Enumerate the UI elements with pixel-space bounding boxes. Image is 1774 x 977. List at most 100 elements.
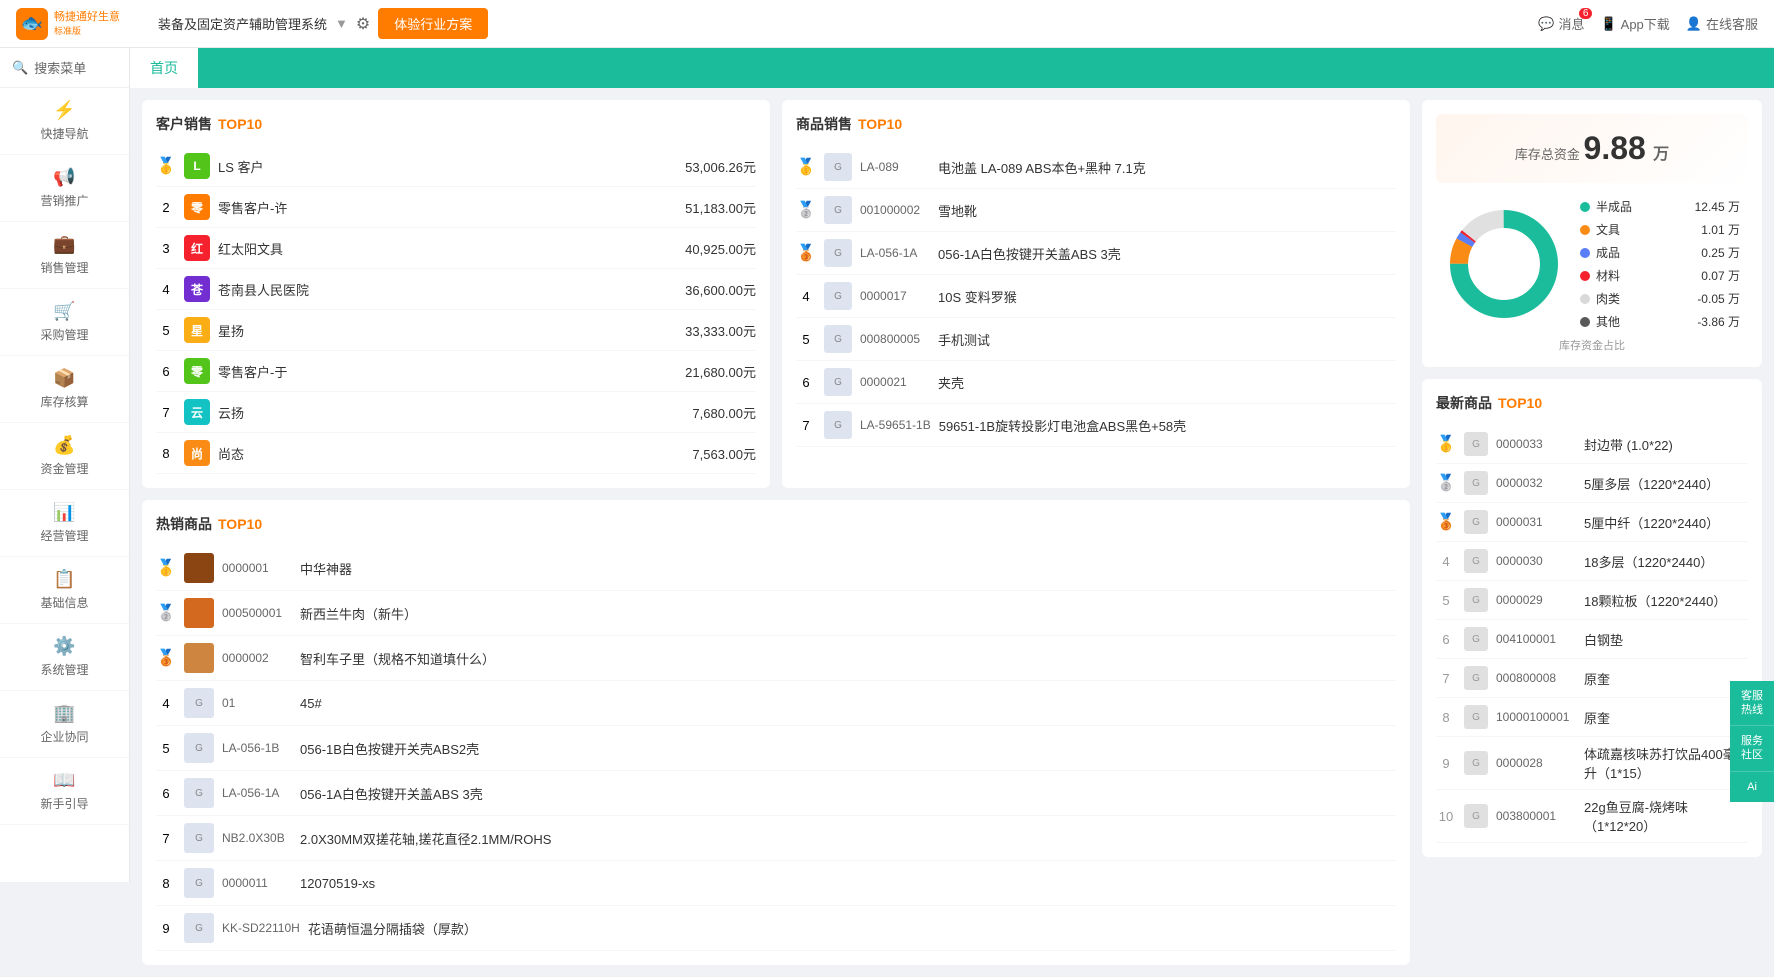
sidebar-label: 系统管理 [40, 661, 88, 678]
product-image [184, 553, 214, 583]
rank-indicator: 🥇 [156, 558, 176, 578]
experience-button[interactable]: 体验行业方案 [378, 8, 488, 39]
new-product-row: 8 G 10000100001 原奎 [1436, 698, 1748, 737]
main-content: 客户销售 TOP10 🥇 L LS 客户 53,006.26元 2 零 零售客户… [130, 88, 1774, 977]
sidebar-icon: ⚙️ [53, 636, 75, 657]
search-icon: 🔍 [12, 60, 28, 76]
sidebar-item-enterprise[interactable]: 🏢 企业协同 [0, 691, 129, 758]
product-image-placeholder: G [184, 688, 214, 718]
product-thumb-placeholder: G [1464, 666, 1488, 690]
product-code: 0000031 [1496, 515, 1576, 529]
sidebar-item-sales[interactable]: 💼 销售管理 [0, 222, 129, 289]
legend-name: 文具 [1596, 221, 1695, 238]
product-name: 手机测试 [938, 330, 1396, 349]
customer-avatar: 零 [184, 194, 210, 220]
product-image [184, 598, 214, 628]
product-thumb-placeholder: G [1464, 471, 1488, 495]
online-service-button[interactable]: 👤 在线客服 [1686, 14, 1758, 33]
new-product-row: 7 G 000800008 原奎 [1436, 659, 1748, 698]
rank-indicator: 8 [1436, 710, 1456, 725]
new-products-card: 最新商品 TOP10 🥇 G 0000033 封边带 (1.0*22) 🥈 G … [1422, 379, 1762, 857]
sidebar-icon: 💰 [53, 435, 75, 456]
new-product-row: 🥈 G 0000032 5厘多层（1220*2440） [1436, 464, 1748, 503]
product-name: 原奎 [1584, 669, 1748, 688]
medal-silver-icon: 🥈 [1436, 475, 1456, 492]
inventory-card: 库存总资金 9.88 万 [1422, 100, 1762, 367]
settings-icon[interactable]: ⚙ [356, 14, 370, 34]
sidebar-label: 新手引导 [40, 795, 88, 812]
rank-indicator: 🥉 [156, 648, 176, 668]
customer-amount: 33,333.00元 [685, 321, 756, 340]
sidebar-item-finance[interactable]: 💰 资金管理 [0, 423, 129, 490]
sidebar-item-marketing[interactable]: 📢 营销推广 [0, 155, 129, 222]
customer-rank-row: 2 零 零售客户-许 51,183.00元 [156, 187, 756, 228]
new-product-row: 10 G 003800001 22g鱼豆腐-烧烤味（1*12*20） [1436, 790, 1748, 843]
sidebar-item-basic[interactable]: 📋 基础信息 [0, 557, 129, 624]
product-code: NB2.0X30B [222, 831, 292, 845]
product-code: 000500001 [222, 606, 292, 620]
medal-bronze-icon: 🥉 [796, 245, 816, 262]
inventory-unit: 万 [1653, 146, 1669, 163]
system-selector[interactable]: 装备及固定资产辅助管理系统 ▼ ⚙ [158, 14, 370, 34]
sidebar-item-inventory[interactable]: 📦 库存核算 [0, 356, 129, 423]
sidebar-item-quick-nav[interactable]: ⚡ 快捷导航 [0, 88, 129, 155]
product-code: 003800001 [1496, 809, 1576, 823]
rank-indicator: 6 [796, 375, 816, 390]
rank-indicator: 2 [156, 200, 176, 215]
app-label: App下载 [1621, 14, 1670, 33]
app-download-button[interactable]: 📱 App下载 [1600, 14, 1669, 33]
tab-home[interactable]: 首页 [130, 48, 198, 88]
legend-item: 肉类 -0.05 万 [1580, 287, 1740, 310]
product-code: 01 [222, 696, 292, 710]
float-service-button[interactable]: 客服热线 [1730, 681, 1774, 727]
customer-avatar: 尚 [184, 440, 210, 466]
search-menu-button[interactable]: 🔍 搜索菜单 [0, 48, 129, 88]
medal-silver-icon: 🥈 [156, 605, 176, 622]
legend-name: 成品 [1596, 244, 1695, 261]
rank-indicator: 3 [156, 241, 176, 256]
product-thumb: G [824, 196, 852, 224]
customer-name: 零售客户-于 [218, 362, 677, 381]
sidebar-icon: 🛒 [53, 301, 75, 322]
customer-amount: 40,925.00元 [685, 239, 756, 258]
product-code: 0000011 [222, 876, 292, 890]
float-ai-button[interactable]: Ai [1730, 772, 1774, 802]
product-image-placeholder: G [184, 868, 214, 898]
rank-indicator: 4 [156, 282, 176, 297]
sidebar-icon: 💼 [53, 234, 75, 255]
sidebar-item-system[interactable]: ⚙️ 系统管理 [0, 624, 129, 691]
legend-name: 其他 [1596, 313, 1691, 330]
legend-value: -0.05 万 [1697, 290, 1740, 307]
sidebar-label: 基础信息 [40, 594, 88, 611]
inventory-chart-label: 库存资金占比 [1436, 337, 1748, 353]
rank-indicator: 8 [156, 876, 176, 891]
float-community-button[interactable]: 服务社区 [1730, 726, 1774, 772]
sidebar-icon: 📊 [53, 502, 75, 523]
hot-product-row: 7 G NB2.0X30B 2.0X30MM双搓花轴,搓花直径2.1MM/ROH… [156, 816, 1396, 861]
product-code: 004100001 [1496, 632, 1576, 646]
product-code: 0000029 [1496, 593, 1576, 607]
app-icon: 📱 [1600, 16, 1616, 32]
customer-name: LS 客户 [218, 157, 677, 176]
customer-avatar: 云 [184, 399, 210, 425]
sidebar-item-guide[interactable]: 📖 新手引导 [0, 758, 129, 825]
new-products-title: 最新商品 TOP10 [1436, 393, 1748, 413]
sidebar-item-operation[interactable]: 📊 经营管理 [0, 490, 129, 557]
dropdown-arrow-icon[interactable]: ▼ [335, 16, 348, 31]
message-badge: 6 [1579, 8, 1593, 19]
legend-value: 0.07 万 [1701, 267, 1740, 284]
product-sales-row: 7 G LA-59651-1B 59651-1B旋转投影灯电池盒ABS黑色+58… [796, 404, 1396, 447]
customer-avatar: 星 [184, 317, 210, 343]
product-name: 10S 变料罗猴 [938, 287, 1396, 306]
rank-indicator: 🥉 [1436, 512, 1456, 532]
logo: 🐟 畅捷通好生意 标准版 [16, 8, 146, 40]
rank-indicator: 6 [156, 786, 176, 801]
product-thumb: G [824, 153, 852, 181]
sidebar-item-purchase[interactable]: 🛒 采购管理 [0, 289, 129, 356]
customer-name: 红太阳文具 [218, 239, 677, 258]
message-button[interactable]: 💬 消息 6 [1538, 14, 1584, 33]
rank-indicator: 🥉 [796, 243, 816, 263]
inventory-legend: 半成品 12.45 万 文具 1.01 万 成品 0.25 万 材料 0.07 … [1580, 195, 1740, 333]
navbar: 首页 [130, 48, 1774, 88]
product-image [184, 643, 214, 673]
